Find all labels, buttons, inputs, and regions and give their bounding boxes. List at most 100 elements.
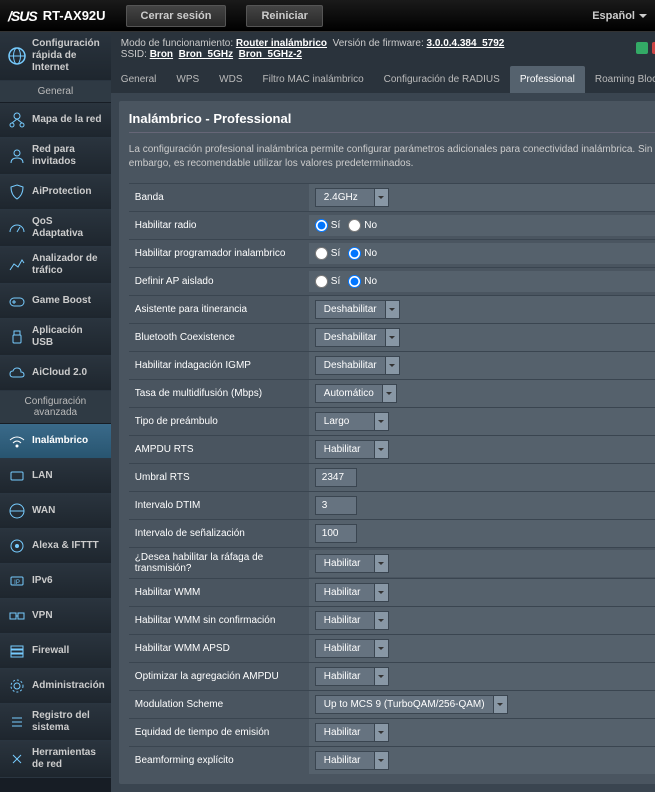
isolated-radio-yes[interactable]: Sí xyxy=(315,275,340,288)
roaming-select[interactable]: Deshabilitar xyxy=(315,300,400,319)
ssid-1[interactable]: Bron xyxy=(150,49,173,60)
ssid-2[interactable]: Bron_5GHz xyxy=(179,49,233,60)
ipv6-icon: IP xyxy=(6,570,28,592)
fw-label: Versión de firmware: xyxy=(333,38,424,49)
sidebar-wan[interactable]: WAN xyxy=(0,494,111,529)
beamform-select[interactable]: Habilitar xyxy=(315,751,389,770)
setting-value: Deshabilitar xyxy=(309,296,655,323)
language-selector[interactable]: Español xyxy=(592,10,647,22)
chevron-down-icon[interactable] xyxy=(375,554,389,573)
sidebar-qos[interactable]: QoS Adaptativa xyxy=(0,210,111,247)
mcs-select[interactable]: Up to MCS 9 (TurboQAM/256-QAM) xyxy=(315,695,508,714)
sidebar-gameboost[interactable]: Game Boost xyxy=(0,284,111,319)
rtsthresh-input[interactable] xyxy=(315,468,357,487)
chevron-down-icon[interactable] xyxy=(375,639,389,658)
ampdu-select[interactable]: Habilitar xyxy=(315,667,389,686)
sidebar-traffic[interactable]: Analizador de tráfico xyxy=(0,247,111,284)
tab-radius[interactable]: Configuración de RADIUS xyxy=(374,66,510,93)
chevron-down-icon[interactable] xyxy=(494,695,508,714)
preamble-select[interactable]: Largo xyxy=(315,412,389,431)
sidebar-section-advanced: Configuración avanzada xyxy=(0,391,111,424)
page-desc: La configuración profesional inalámbrica… xyxy=(129,143,655,171)
info-bar: Modo de funcionamiento: Router inalámbri… xyxy=(111,32,655,66)
wmmnoack-select[interactable]: Habilitar xyxy=(315,611,389,630)
setting-label: Intervalo de señalización xyxy=(129,524,309,543)
ssid-3[interactable]: Bron_5GHz-2 xyxy=(239,49,302,60)
sidebar-quick-setup[interactable]: Configuración rápida de Internet xyxy=(0,32,111,81)
sidebar-wireless[interactable]: Inalámbrico xyxy=(0,424,111,459)
beacon-input[interactable] xyxy=(315,524,357,543)
tab-wps[interactable]: WPS xyxy=(166,66,209,93)
airtime-select[interactable]: Habilitar xyxy=(315,723,389,742)
chevron-down-icon[interactable] xyxy=(375,751,389,770)
page-title: Inalámbrico - Professional xyxy=(129,111,655,133)
chevron-down-icon[interactable] xyxy=(375,188,389,207)
reboot-button[interactable]: Reiniciar xyxy=(246,5,322,27)
sidebar-aiprotection[interactable]: AiProtection xyxy=(0,175,111,210)
fw-value[interactable]: 3.0.0.4.384_5792 xyxy=(427,38,505,49)
tab-macfilter[interactable]: Filtro MAC inalámbrico xyxy=(253,66,374,93)
chevron-down-icon[interactable] xyxy=(375,723,389,742)
txburst-select[interactable]: Habilitar xyxy=(315,554,389,573)
radio-radio-no[interactable]: No xyxy=(348,219,377,232)
sched-radio-yes[interactable]: Sí xyxy=(315,247,340,260)
band-select[interactable]: 2.4GHz xyxy=(315,188,389,207)
sidebar-aicloud[interactable]: AiCloud 2.0 xyxy=(0,356,111,391)
chevron-down-icon[interactable] xyxy=(386,356,400,375)
sched-radio-no[interactable]: No xyxy=(348,247,377,260)
igmp-select[interactable]: Deshabilitar xyxy=(315,356,400,375)
sidebar-lan[interactable]: LAN xyxy=(0,459,111,494)
setting-row-airtime: Equidad de tiempo de emisión Habilitar xyxy=(129,718,655,746)
sidebar-firewall[interactable]: Firewall xyxy=(0,634,111,669)
sidebar-ipv6[interactable]: IP IPv6 xyxy=(0,564,111,599)
sidebar-alexa[interactable]: Alexa & IFTTT xyxy=(0,529,111,564)
setting-value xyxy=(309,492,655,519)
chart-icon xyxy=(6,254,28,276)
setting-value xyxy=(309,464,655,491)
usb-icon xyxy=(6,326,28,348)
chevron-down-icon[interactable] xyxy=(383,384,397,403)
sidebar-usb[interactable]: Aplicación USB xyxy=(0,319,111,356)
setting-value xyxy=(309,520,655,547)
setting-row-band: Banda2.4GHz xyxy=(129,183,655,211)
dtim-input[interactable] xyxy=(315,496,357,515)
logout-button[interactable]: Cerrar sesión xyxy=(126,5,227,27)
wmmapsd-select[interactable]: Habilitar xyxy=(315,639,389,658)
gear-icon xyxy=(6,675,28,697)
setting-row-beacon: Intervalo de señalización xyxy=(129,519,655,547)
tab-general[interactable]: General xyxy=(111,66,167,93)
sidebar-vpn[interactable]: VPN xyxy=(0,599,111,634)
sidebar-nettools[interactable]: Herramientas de red xyxy=(0,741,111,778)
setting-label: ¿Desea habilitar la ráfaga de transmisió… xyxy=(129,548,309,578)
chevron-down-icon[interactable] xyxy=(375,440,389,459)
mcast-select[interactable]: Automático xyxy=(315,384,397,403)
radio-radio-yes[interactable]: Sí xyxy=(315,219,340,232)
setting-row-btcoex: Bluetooth CoexistenceDeshabilitar xyxy=(129,323,655,351)
chevron-down-icon[interactable] xyxy=(375,412,389,431)
chevron-down-icon[interactable] xyxy=(375,667,389,686)
header-bar: /SUS RT-AX92U Cerrar sesión Reiniciar Es… xyxy=(0,0,655,32)
setting-value: Habilitar xyxy=(309,436,655,463)
tab-wds[interactable]: WDS xyxy=(209,66,252,93)
wmm-select[interactable]: Habilitar xyxy=(315,583,389,602)
chevron-down-icon[interactable] xyxy=(375,583,389,602)
ampdurts-select[interactable]: Habilitar xyxy=(315,440,389,459)
btcoex-select[interactable]: Deshabilitar xyxy=(315,328,400,347)
setting-label: Umbral RTS xyxy=(129,468,309,487)
chevron-down-icon[interactable] xyxy=(386,328,400,347)
chevron-down-icon[interactable] xyxy=(375,611,389,630)
tab-roaming[interactable]: Roaming Block List xyxy=(585,66,655,93)
setting-label: Equidad de tiempo de emisión xyxy=(129,723,309,742)
tab-professional[interactable]: Professional xyxy=(510,66,585,93)
sidebar-admin[interactable]: Administración xyxy=(0,669,111,704)
setting-value: Sí No xyxy=(309,243,655,264)
isolated-radio-no[interactable]: No xyxy=(348,275,377,288)
sidebar-guest-network[interactable]: Red para invitados xyxy=(0,138,111,175)
sidebar-syslog[interactable]: Registro del sistema xyxy=(0,704,111,741)
chevron-down-icon[interactable] xyxy=(386,300,400,319)
sidebar-network-map[interactable]: Mapa de la red xyxy=(0,103,111,138)
mode-value[interactable]: Router inalámbrico xyxy=(236,38,327,49)
setting-row-igmp: Habilitar indagación IGMPDeshabilitar xyxy=(129,351,655,379)
setting-row-ampdurts: AMPDU RTSHabilitar xyxy=(129,435,655,463)
status-icon-1[interactable] xyxy=(636,42,648,54)
